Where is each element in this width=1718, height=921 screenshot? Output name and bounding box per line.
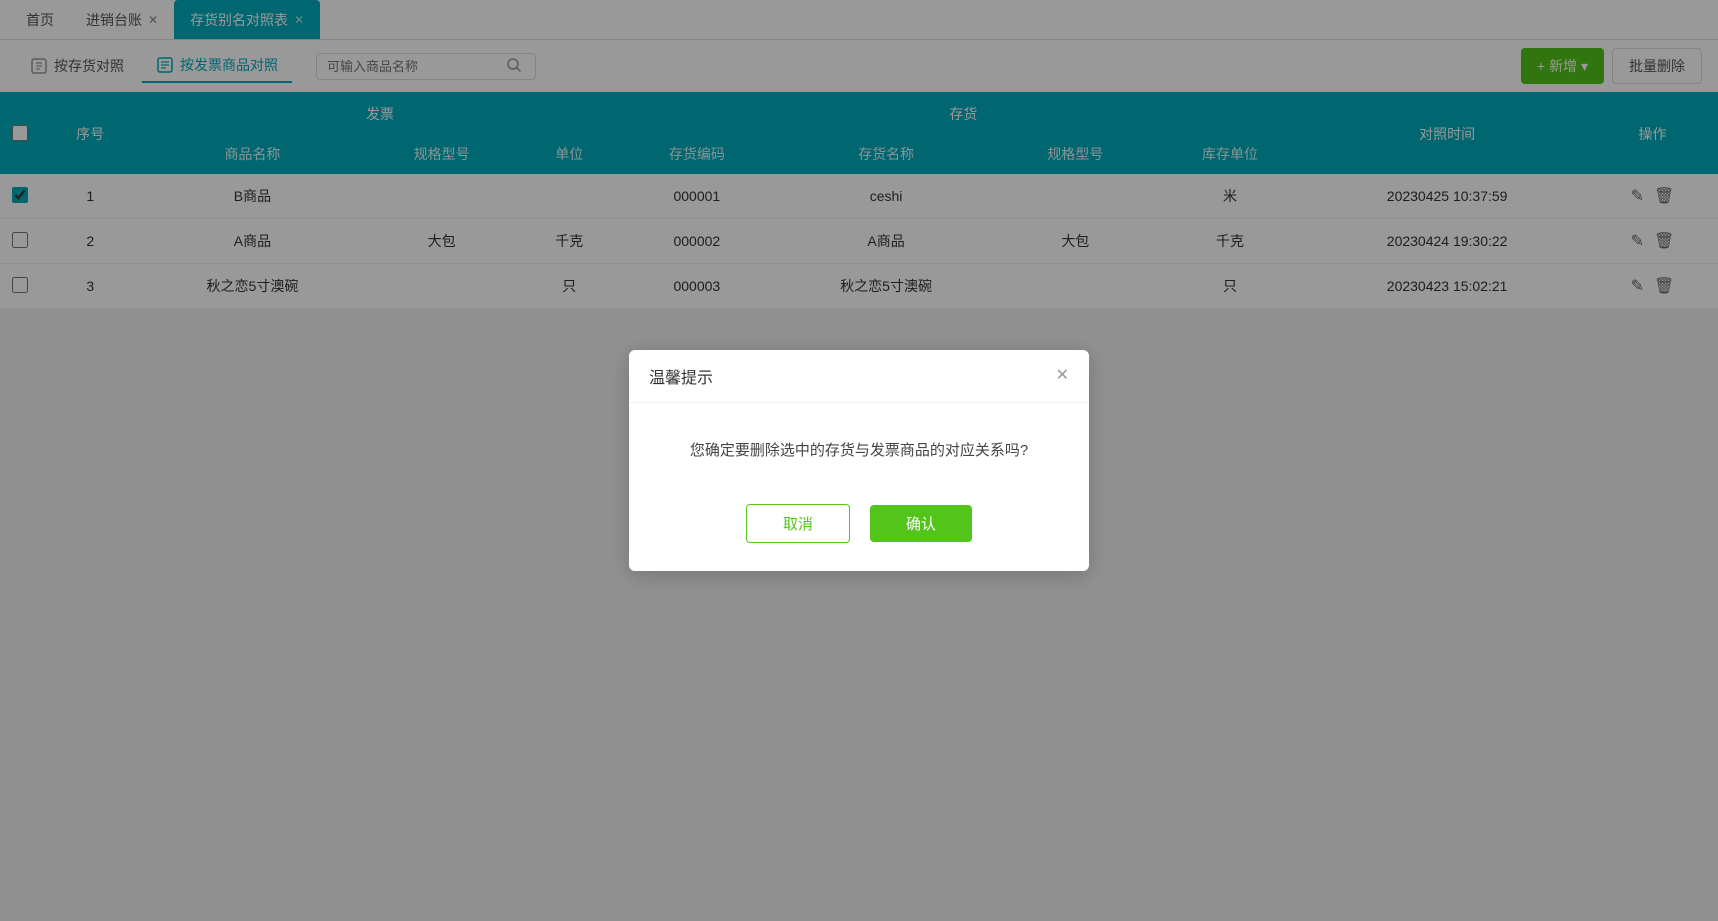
dialog-title: 温馨提示 <box>649 364 713 388</box>
dialog-overlay: 温馨提示 ✕ 您确定要删除选中的存货与发票商品的对应关系吗? 取消 确认 <box>0 0 1718 921</box>
confirm-dialog: 温馨提示 ✕ 您确定要删除选中的存货与发票商品的对应关系吗? 取消 确认 <box>629 350 1089 571</box>
dialog-message: 您确定要删除选中的存货与发票商品的对应关系吗? <box>690 442 1028 459</box>
btn-cancel[interactable]: 取消 <box>746 504 850 543</box>
dialog-close-button[interactable]: ✕ <box>1056 368 1069 384</box>
dialog-header: 温馨提示 ✕ <box>629 350 1089 403</box>
dialog-footer: 取消 确认 <box>629 488 1089 571</box>
dialog-body: 您确定要删除选中的存货与发票商品的对应关系吗? <box>629 403 1089 488</box>
btn-confirm[interactable]: 确认 <box>870 505 972 542</box>
